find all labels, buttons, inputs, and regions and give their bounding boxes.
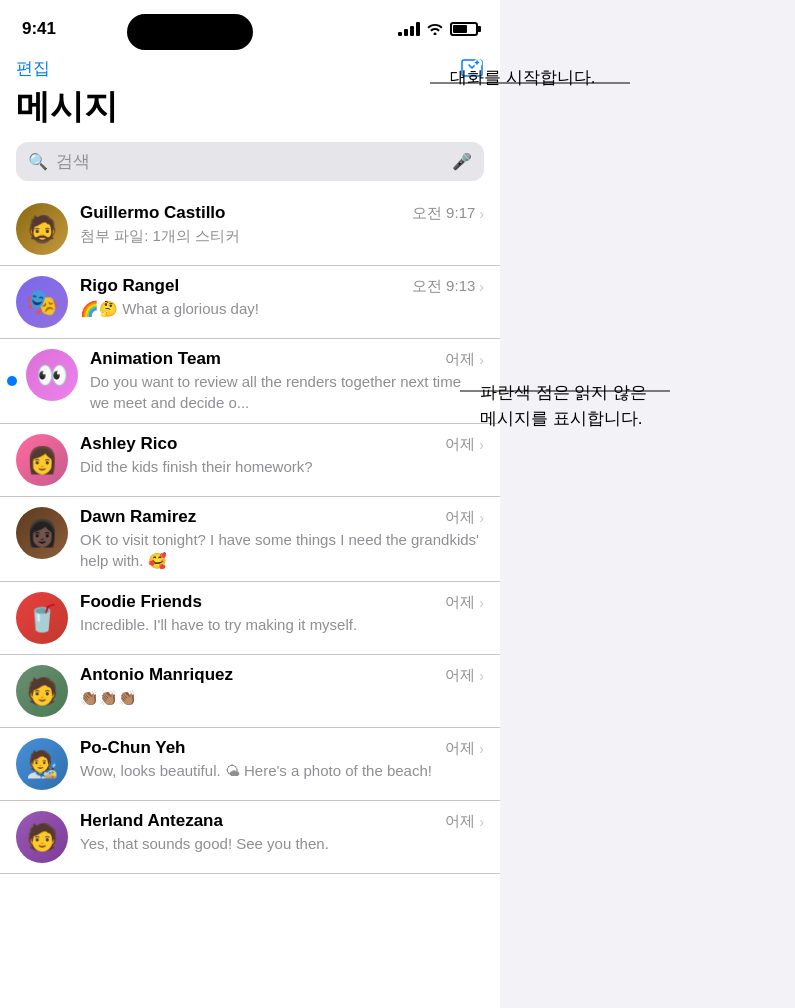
- avatar-foodie: 🥤: [16, 592, 68, 644]
- message-header-foodie: Foodie Friends 어제 ›: [80, 592, 484, 612]
- chevron-icon: ›: [479, 814, 484, 830]
- message-time-antonio: 어제 ›: [445, 666, 484, 685]
- chevron-icon: ›: [479, 279, 484, 295]
- message-item-pochun[interactable]: 🧑‍🎨 Po-Chun Yeh 어제 › Wow, looks beautifu…: [0, 728, 500, 801]
- message-content-pochun: Po-Chun Yeh 어제 › Wow, looks beautiful. 🌤…: [80, 738, 484, 781]
- message-time-herland: 어제 ›: [445, 812, 484, 831]
- message-content-rigo: Rigo Rangel 오전 9:13 › 🌈🤔 What a glorious…: [80, 276, 484, 319]
- message-header-dawn: Dawn Ramirez 어제 ›: [80, 507, 484, 527]
- search-input[interactable]: 검색: [56, 150, 444, 173]
- avatar-guillermo: 🧔: [16, 203, 68, 255]
- message-name-antonio: Antonio Manriquez: [80, 665, 233, 685]
- unread-dot: [7, 376, 17, 386]
- signal-icon: [398, 22, 420, 36]
- search-bar[interactable]: 🔍 검색 🎤: [16, 142, 484, 181]
- message-preview-herland: Yes, that sounds good! See you then.: [80, 833, 484, 854]
- message-header-pochun: Po-Chun Yeh 어제 ›: [80, 738, 484, 758]
- message-content-foodie: Foodie Friends 어제 › Incredible. I'll hav…: [80, 592, 484, 635]
- message-preview-guillermo: 첨부 파일: 1개의 스티커: [80, 225, 484, 246]
- chevron-icon: ›: [479, 206, 484, 222]
- message-preview-ashley: Did the kids finish their homework?: [80, 456, 484, 477]
- message-list: 🧔 Guillermo Castillo 오전 9:17 › 첨부 파일: 1개…: [0, 193, 500, 874]
- message-item-foodie[interactable]: 🥤 Foodie Friends 어제 › Incredible. I'll h…: [0, 582, 500, 655]
- message-content-guillermo: Guillermo Castillo 오전 9:17 › 첨부 파일: 1개의 …: [80, 203, 484, 246]
- message-name-dawn: Dawn Ramirez: [80, 507, 196, 527]
- phone-frame: 9:41 편집: [0, 0, 500, 1008]
- message-content-herland: Herland Antezana 어제 › Yes, that sounds g…: [80, 811, 484, 854]
- chevron-icon: ›: [479, 741, 484, 757]
- message-time-guillermo: 오전 9:17 ›: [412, 204, 484, 223]
- message-preview-foodie: Incredible. I'll have to try making it m…: [80, 614, 484, 635]
- message-content-ashley: Ashley Rico 어제 › Did the kids finish the…: [80, 434, 484, 477]
- chevron-icon: ›: [479, 595, 484, 611]
- header-top: 편집: [16, 56, 484, 80]
- message-name-pochun: Po-Chun Yeh: [80, 738, 185, 758]
- avatar-animation: 👀: [26, 349, 78, 401]
- mic-icon[interactable]: 🎤: [452, 152, 472, 171]
- message-header-ashley: Ashley Rico 어제 ›: [80, 434, 484, 454]
- message-time-rigo: 오전 9:13 ›: [412, 277, 484, 296]
- message-preview-dawn: OK to visit tonight? I have some things …: [80, 529, 484, 571]
- avatar-pochun: 🧑‍🎨: [16, 738, 68, 790]
- message-time-foodie: 어제 ›: [445, 593, 484, 612]
- wifi-icon: [426, 21, 444, 38]
- message-preview-pochun: Wow, looks beautiful. 🌤 Here's a photo o…: [80, 760, 484, 781]
- message-item-dawn[interactable]: 👩🏿 Dawn Ramirez 어제 › OK to visit tonight…: [0, 497, 500, 582]
- message-content-dawn: Dawn Ramirez 어제 › OK to visit tonight? I…: [80, 507, 484, 571]
- message-time-pochun: 어제 ›: [445, 739, 484, 758]
- message-header-guillermo: Guillermo Castillo 오전 9:17 ›: [80, 203, 484, 223]
- status-icons: [398, 21, 478, 38]
- compose-button[interactable]: [460, 56, 484, 80]
- header: 편집 메시지 🔍 검색 🎤: [0, 56, 500, 181]
- message-item-animation[interactable]: 👀 Animation Team 어제 › Do you want to rev…: [0, 339, 500, 424]
- message-header-rigo: Rigo Rangel 오전 9:13 ›: [80, 276, 484, 296]
- message-name-foodie: Foodie Friends: [80, 592, 202, 612]
- unread-annotation-text: 파란색 점은 읽지 않은메시지를 표시합니다.: [480, 380, 647, 431]
- message-preview-antonio: 👏🏽👏🏽👏🏽: [80, 687, 484, 708]
- message-item-ashley[interactable]: 👩 Ashley Rico 어제 › Did the kids finish t…: [0, 424, 500, 497]
- message-item-guillermo[interactable]: 🧔 Guillermo Castillo 오전 9:17 › 첨부 파일: 1개…: [0, 193, 500, 266]
- chevron-icon: ›: [479, 668, 484, 684]
- message-time-animation: 어제 ›: [445, 350, 484, 369]
- message-content-antonio: Antonio Manriquez 어제 › 👏🏽👏🏽👏🏽: [80, 665, 484, 708]
- avatar-antonio: 🧑: [16, 665, 68, 717]
- avatar-dawn: 👩🏿: [16, 507, 68, 559]
- page-title: 메시지: [16, 84, 484, 130]
- message-name-guillermo: Guillermo Castillo: [80, 203, 225, 223]
- message-name-rigo: Rigo Rangel: [80, 276, 179, 296]
- message-content-animation: Animation Team 어제 › Do you want to revie…: [90, 349, 484, 413]
- chevron-icon: ›: [479, 510, 484, 526]
- battery-icon: [450, 22, 478, 36]
- message-header-antonio: Antonio Manriquez 어제 ›: [80, 665, 484, 685]
- search-icon: 🔍: [28, 152, 48, 171]
- message-item-rigo[interactable]: 🎭 Rigo Rangel 오전 9:13 › 🌈🤔 What a glorio…: [0, 266, 500, 339]
- message-time-ashley: 어제 ›: [445, 435, 484, 454]
- chevron-icon: ›: [479, 352, 484, 368]
- message-preview-animation: Do you want to review all the renders to…: [90, 371, 484, 413]
- message-header-animation: Animation Team 어제 ›: [90, 349, 484, 369]
- message-item-antonio[interactable]: 🧑 Antonio Manriquez 어제 › 👏🏽👏🏽👏🏽: [0, 655, 500, 728]
- message-name-ashley: Ashley Rico: [80, 434, 177, 454]
- message-item-herland[interactable]: 🧑 Herland Antezana 어제 › Yes, that sounds…: [0, 801, 500, 874]
- status-time: 9:41: [22, 19, 56, 39]
- message-name-herland: Herland Antezana: [80, 811, 223, 831]
- message-header-herland: Herland Antezana 어제 ›: [80, 811, 484, 831]
- message-time-dawn: 어제 ›: [445, 508, 484, 527]
- message-name-animation: Animation Team: [90, 349, 221, 369]
- avatar-ashley: 👩: [16, 434, 68, 486]
- avatar-rigo: 🎭: [16, 276, 68, 328]
- dynamic-island: [127, 14, 253, 50]
- avatar-herland: 🧑: [16, 811, 68, 863]
- chevron-icon: ›: [479, 437, 484, 453]
- edit-button[interactable]: 편집: [16, 57, 50, 80]
- message-preview-rigo: 🌈🤔 What a glorious day!: [80, 298, 484, 319]
